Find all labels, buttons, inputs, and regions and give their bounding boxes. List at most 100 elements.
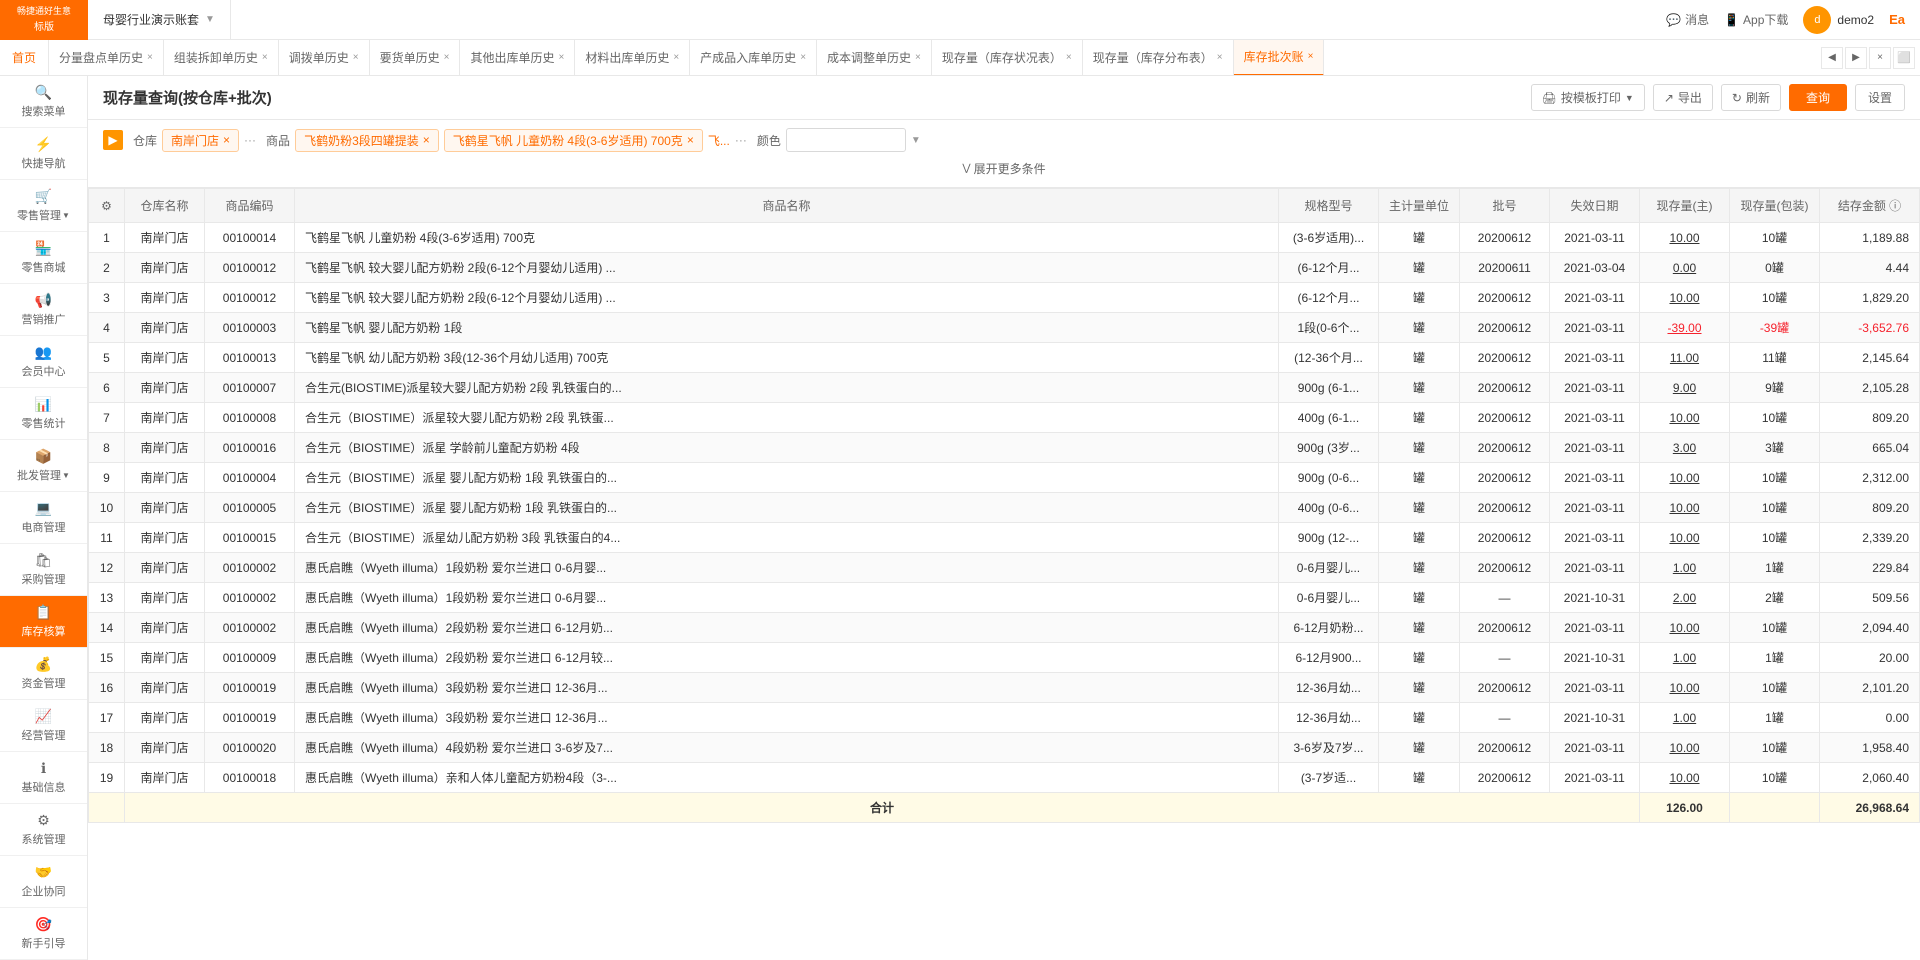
- print-btn[interactable]: 🖨 按模板打印 ▼: [1531, 84, 1645, 111]
- sidebar-item-wholesale[interactable]: 📦 批发管理 ▼: [0, 440, 87, 492]
- row-stock-main[interactable]: 10.00: [1640, 223, 1730, 253]
- row-stock-main[interactable]: 10.00: [1640, 673, 1730, 703]
- tab-home[interactable]: 首页: [0, 40, 49, 76]
- settings-btn[interactable]: 设置: [1855, 84, 1905, 111]
- close-tab-4[interactable]: ×: [444, 52, 450, 63]
- sidebar-item-marketing[interactable]: 📢 营销推广: [0, 284, 87, 336]
- row-stock-main[interactable]: 10.00: [1640, 763, 1730, 793]
- row-stock-main[interactable]: 10.00: [1640, 493, 1730, 523]
- tab-xclzk[interactable]: 现存量（库存状况表）×: [932, 40, 1083, 76]
- row-expire: 2021-03-11: [1550, 553, 1640, 583]
- industry-selector[interactable]: 母婴行业演示账套 ▼: [88, 0, 231, 40]
- row-stock-main[interactable]: 10.00: [1640, 463, 1730, 493]
- expand-more-btn[interactable]: ⋁ 展开更多条件: [952, 158, 1055, 179]
- row-code: 00100019: [205, 673, 295, 703]
- row-stock-main[interactable]: 11.00: [1640, 343, 1730, 373]
- sidebar-item-operations[interactable]: 📈 经营管理: [0, 700, 87, 752]
- table-row: 12 南岸门店 00100002 惠氏启瞧（Wyeth illuma）1段奶粉 …: [89, 553, 1920, 583]
- row-stock-main[interactable]: 9.00: [1640, 373, 1730, 403]
- row-expire: 2021-03-04: [1550, 253, 1640, 283]
- close-tab-10[interactable]: ×: [1217, 52, 1223, 63]
- product-filter-tag-2[interactable]: 飞鹤星飞帆 儿童奶粉 4段(3-6岁适用) 700克 ×: [444, 129, 703, 152]
- row-batch: 20200612: [1460, 553, 1550, 583]
- close-tab-3[interactable]: ×: [353, 52, 359, 63]
- color-dropdown-icon: ▼: [911, 135, 921, 146]
- tab-yaohuo[interactable]: 要货单历史×: [370, 40, 461, 76]
- close-tab-11[interactable]: ×: [1308, 51, 1314, 62]
- tab-xclksfb[interactable]: 现存量（库存分布表）×: [1083, 40, 1234, 76]
- tab-close-current[interactable]: ×: [1869, 47, 1891, 69]
- row-stock-main[interactable]: 1.00: [1640, 643, 1730, 673]
- sidebar-item-quicknav[interactable]: ⚡ 快捷导航: [0, 128, 87, 180]
- tab-scroll-left[interactable]: ◀: [1821, 47, 1843, 69]
- warehouse-filter-tag[interactable]: 南岸门店 ×: [162, 129, 239, 152]
- user-avatar[interactable]: d demo2: [1803, 6, 1874, 34]
- sidebar-item-guide[interactable]: 🎯 新手引导: [0, 908, 87, 960]
- sidebar-item-purchase[interactable]: 🛍 采购管理: [0, 544, 87, 596]
- tab-zuchaixi[interactable]: 组装拆卸单历史×: [164, 40, 279, 76]
- product-filter-tag-1[interactable]: 飞鹤奶粉3段四罐提装 ×: [295, 129, 439, 152]
- close-tab-9[interactable]: ×: [1066, 52, 1072, 63]
- sidebar-item-retail[interactable]: 🛒 零售管理 ▼: [0, 180, 87, 232]
- row-stock-main[interactable]: 0.00: [1640, 253, 1730, 283]
- row-expire: 2021-03-11: [1550, 433, 1640, 463]
- warehouse-dots[interactable]: ···: [244, 133, 256, 147]
- tab-qtchuku[interactable]: 其他出库单历史×: [460, 40, 575, 76]
- row-stock-main[interactable]: 1.00: [1640, 703, 1730, 733]
- product-tag-2-remove[interactable]: ×: [687, 133, 694, 147]
- close-tab-2[interactable]: ×: [262, 52, 268, 63]
- row-spec: 12-36月幼...: [1278, 703, 1378, 733]
- row-amount: 1,829.20: [1820, 283, 1920, 313]
- row-stock-main[interactable]: 10.00: [1640, 523, 1730, 553]
- query-btn[interactable]: 查询: [1789, 84, 1847, 111]
- inventory-icon: 📋: [35, 604, 52, 621]
- tab-clchuku[interactable]: 材料出库单历史×: [575, 40, 690, 76]
- sidebar-item-search[interactable]: 🔍 搜索菜单: [0, 76, 87, 128]
- sidebar-item-ecommerce[interactable]: 💻 电商管理: [0, 492, 87, 544]
- product-dots[interactable]: ···: [735, 133, 747, 147]
- sidebar-item-members[interactable]: 👥 会员中心: [0, 336, 87, 388]
- col-settings[interactable]: ⚙: [89, 189, 125, 223]
- close-tab-8[interactable]: ×: [915, 52, 921, 63]
- tab-diaobo[interactable]: 调拨单历史×: [279, 40, 370, 76]
- row-batch: 20200612: [1460, 223, 1550, 253]
- sidebar-item-retail-mall[interactable]: 🏪 零售商城: [0, 232, 87, 284]
- export-btn[interactable]: ↗ 导出: [1653, 84, 1713, 111]
- row-num: 9: [89, 463, 125, 493]
- tab-scroll-right[interactable]: ▶: [1845, 47, 1867, 69]
- product-tag-1-remove[interactable]: ×: [423, 133, 430, 147]
- row-code: 00100014: [205, 223, 295, 253]
- row-stock-main[interactable]: -39.00: [1640, 313, 1730, 343]
- close-tab-6[interactable]: ×: [673, 52, 679, 63]
- sidebar-item-basic-info[interactable]: ℹ 基础信息: [0, 752, 87, 804]
- row-stock-main[interactable]: 10.00: [1640, 403, 1730, 433]
- color-filter-input[interactable]: [786, 128, 906, 152]
- sidebar-item-system[interactable]: ⚙ 系统管理: [0, 804, 87, 856]
- close-tab-1[interactable]: ×: [147, 52, 153, 63]
- sidebar-item-retail-stats[interactable]: 📊 零售统计: [0, 388, 87, 440]
- row-stock-main[interactable]: 10.00: [1640, 733, 1730, 763]
- tab-maximize[interactable]: ⬜: [1893, 47, 1915, 69]
- table-row: 10 南岸门店 00100005 合生元（BIOSTIME）派星 婴儿配方奶粉 …: [89, 493, 1920, 523]
- row-spec: (3-7岁适...: [1278, 763, 1378, 793]
- tab-cbtz[interactable]: 成本调整单历史×: [817, 40, 932, 76]
- row-stock-main[interactable]: 1.00: [1640, 553, 1730, 583]
- row-stock-main[interactable]: 2.00: [1640, 583, 1730, 613]
- row-stock-main[interactable]: 10.00: [1640, 613, 1730, 643]
- tab-kcpcc[interactable]: 库存批次账×: [1234, 40, 1325, 76]
- row-stock-main[interactable]: 3.00: [1640, 433, 1730, 463]
- close-tab-5[interactable]: ×: [558, 52, 564, 63]
- tab-pcpcru[interactable]: 产成品入库单历史×: [690, 40, 817, 76]
- sidebar-item-inventory[interactable]: 📋 库存核算: [0, 596, 87, 648]
- sidebar-item-enterprise[interactable]: 🤝 企业协同: [0, 856, 87, 908]
- expand-filter-arrow[interactable]: ▶: [103, 130, 123, 150]
- expand-icon: ⋁: [962, 163, 970, 174]
- tab-fenliangpandian[interactable]: 分量盘点单历史×: [49, 40, 164, 76]
- app-download-btn[interactable]: 📱 App下载: [1724, 11, 1788, 28]
- warehouse-remove-icon[interactable]: ×: [223, 133, 230, 147]
- refresh-btn[interactable]: ↻ 刷新: [1721, 84, 1781, 111]
- message-btn[interactable]: 💬 消息: [1666, 11, 1709, 28]
- row-stock-main[interactable]: 10.00: [1640, 283, 1730, 313]
- sidebar-item-finance[interactable]: 💰 资金管理: [0, 648, 87, 700]
- close-tab-7[interactable]: ×: [800, 52, 806, 63]
